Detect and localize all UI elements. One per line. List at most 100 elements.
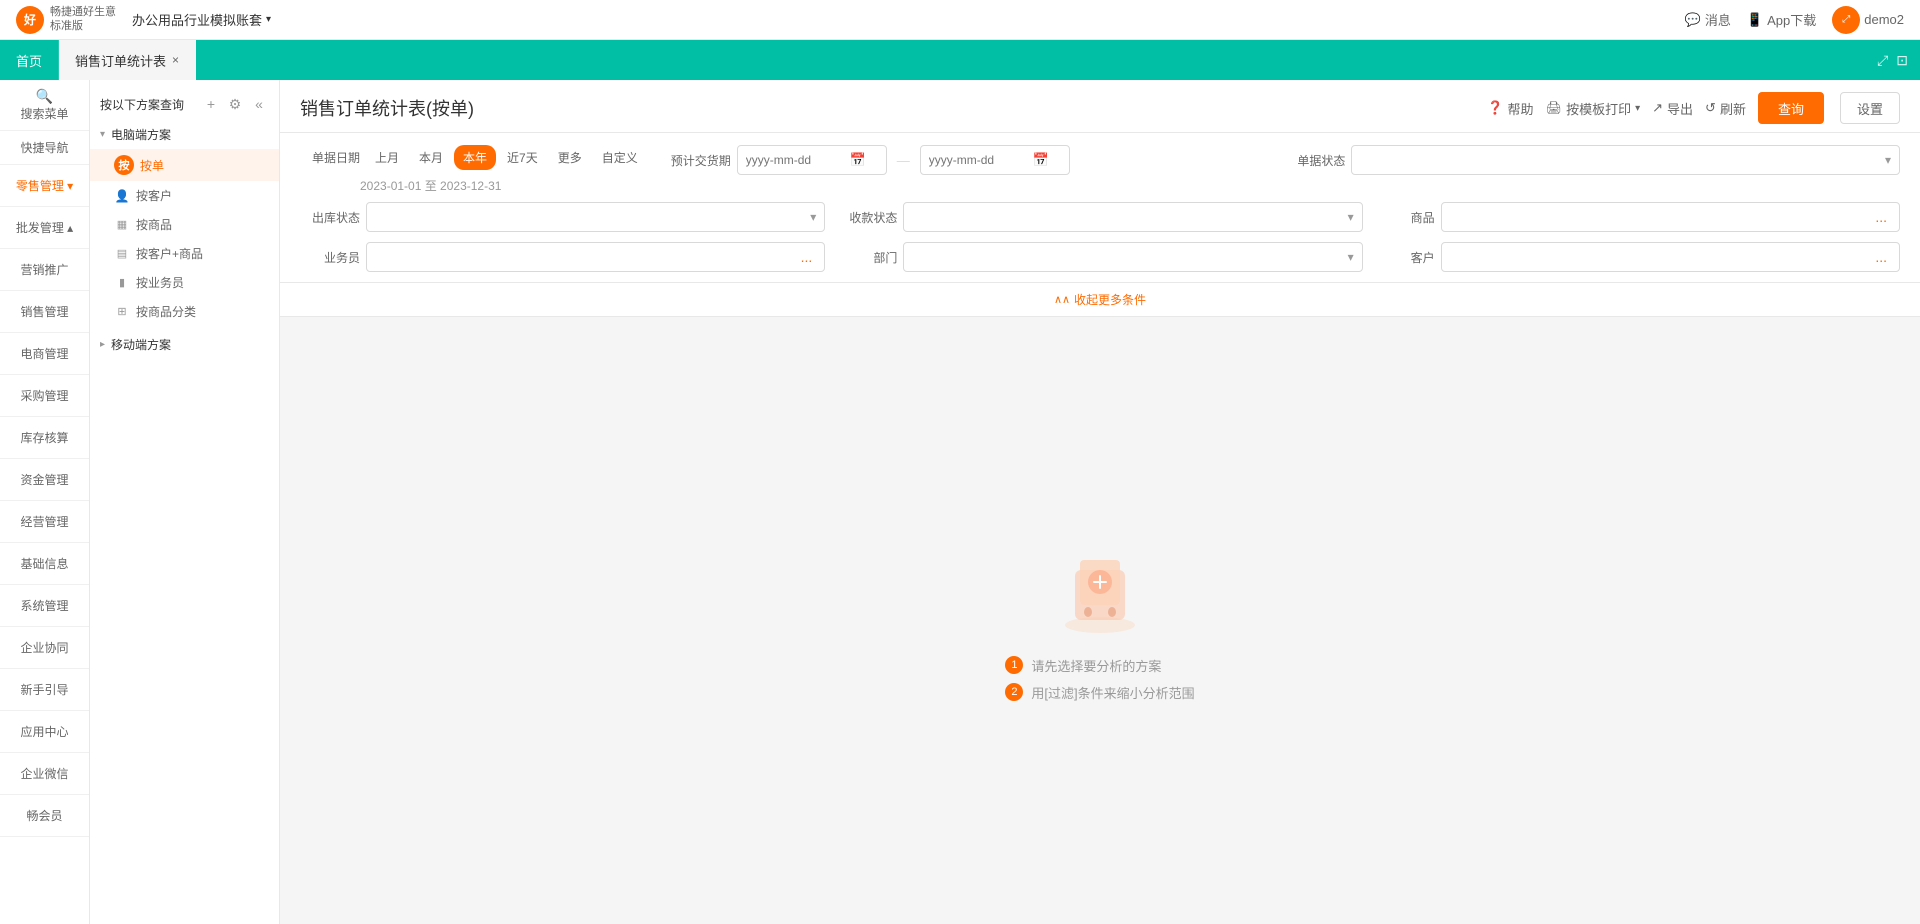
help-button[interactable]: ❓ 帮助 [1487, 99, 1533, 118]
expected-start-date[interactable]: 📅 [737, 145, 887, 175]
scheme-settings-button[interactable]: ⚙ [225, 94, 245, 114]
delivery-status-filter: 出库状态 ▾ [300, 202, 825, 232]
delivery-status-select[interactable]: ▾ [366, 202, 825, 232]
payment-status-label: 收款状态 [837, 209, 897, 226]
calendar-icon: 📅 [850, 152, 866, 168]
sidebar-item-quicknav[interactable]: 快捷导航 [0, 131, 89, 165]
tip-number-2: 2 [1005, 683, 1023, 701]
tab-sales-order-stats[interactable]: 销售订单统计表 × [59, 40, 196, 80]
date-filter: 单据日期 上月 本月 本年 近7天 更多 自定义 [300, 145, 647, 170]
tab-home[interactable]: 首页 [0, 40, 59, 80]
date-label: 单据日期 [300, 149, 360, 166]
nav-tabs: 首页 销售订单统计表 × ⤢ ⊡ [0, 40, 1920, 80]
customer-ellipsis-icon[interactable]: ... [1871, 249, 1891, 265]
logo-text: 畅捷通好生意 标准版 [50, 6, 116, 32]
tab-expand-button[interactable]: ⤢ ⊡ [1865, 52, 1920, 69]
app-download-button[interactable]: 📱 App下载 [1747, 10, 1816, 29]
settings-button[interactable]: 设置 [1840, 92, 1900, 124]
help-icon: ❓ [1487, 100, 1503, 116]
scheme-group-pc-header[interactable]: ▾ 电脑端方案 [90, 120, 279, 149]
sidebar-item-retail[interactable]: 零售管理 ▾ [0, 165, 89, 207]
bill-status-filter: 单据状态 ▾ [1285, 145, 1900, 175]
sidebar-item-system[interactable]: 系统管理 [0, 585, 89, 627]
scheme-item-by-order[interactable]: 按 按单 [90, 149, 279, 181]
goods-filter: 商品 ... [1375, 202, 1900, 232]
goods-select[interactable]: ... [1441, 202, 1900, 232]
sidebar-item-sales[interactable]: 销售管理 [0, 291, 89, 333]
export-button[interactable]: ↗ 导出 [1652, 99, 1693, 118]
payment-status-select[interactable]: ▾ [903, 202, 1362, 232]
top-bar-left: 好 畅捷通好生意 标准版 办公用品行业模拟账套 ▾ [16, 6, 279, 34]
date-btn-this-month[interactable]: 本月 [410, 145, 452, 170]
scheme-group-mobile-header[interactable]: ▸ 移动端方案 [90, 330, 279, 359]
mobile-group-chevron-icon: ▸ [100, 339, 105, 350]
customer-label: 客户 [1375, 249, 1435, 266]
main-layout: 🔍 搜索菜单 快捷导航 零售管理 ▾ 批发管理 ▴ 营销推广 销售管理 电商管理… [0, 80, 1920, 924]
collapse-filters-button[interactable]: ∧∧ 收起更多条件 [280, 282, 1920, 316]
sidebar-item-inventory[interactable]: 库存核算 [0, 417, 89, 459]
sidebar-item-newguide[interactable]: 新手引导 [0, 669, 89, 711]
scheme-item-by-customer-goods[interactable]: ▤ 按客户+商品 [90, 239, 279, 268]
sidebar-item-finance[interactable]: 资金管理 [0, 459, 89, 501]
expected-delivery-filter: 预计交货期 📅 — 📅 [659, 145, 1274, 175]
salesperson-label: 业务员 [300, 249, 360, 266]
bill-status-select[interactable]: ▾ [1351, 145, 1900, 175]
scheme-panel-actions: + ⚙ « [201, 94, 269, 114]
date-btn-last-month[interactable]: 上月 [366, 145, 408, 170]
date-buttons: 上月 本月 本年 近7天 更多 自定义 [366, 145, 647, 170]
customer-select[interactable]: ... [1441, 242, 1900, 272]
sidebar-item-basic[interactable]: 基础信息 [0, 543, 89, 585]
salesperson-ellipsis-icon[interactable]: ... [797, 249, 817, 265]
date-btn-last7[interactable]: 近7天 [498, 145, 547, 170]
filter-row-3: 业务员 ... 部门 ▾ 客户 [280, 242, 1920, 282]
sidebar-item-wholesale[interactable]: 批发管理 ▴ [0, 207, 89, 249]
scheme-item-by-customer[interactable]: 👤 按客户 [90, 181, 279, 210]
scheme-item-by-goods-category[interactable]: ⊞ 按商品分类 [90, 297, 279, 326]
sidebar-item-enterprise[interactable]: 企业协同 [0, 627, 89, 669]
salesperson-filter: 业务员 ... [300, 242, 825, 272]
expected-end-date[interactable]: 📅 [920, 145, 1070, 175]
sidebar-item-member[interactable]: 畅会员 [0, 795, 89, 837]
sidebar-item-ecommerce[interactable]: 电商管理 [0, 333, 89, 375]
expected-start-input[interactable] [746, 153, 846, 167]
sidebar-item-purchase[interactable]: 采购管理 [0, 375, 89, 417]
logo-area: 好 畅捷通好生意 标准版 [16, 6, 116, 34]
salesperson-select[interactable]: ... [366, 242, 825, 272]
empty-tips: 1 请先选择要分析的方案 2 用[过滤]条件来缩小分析范围 [1005, 656, 1194, 702]
scheme-item-by-goods[interactable]: ▦ 按商品 [90, 210, 279, 239]
sidebar-item-marketing[interactable]: 营销推广 [0, 249, 89, 291]
table2-icon: ▤ [114, 246, 130, 262]
refresh-icon: ↺ [1705, 100, 1716, 116]
goods-ellipsis-icon[interactable]: ... [1871, 209, 1891, 225]
print-button[interactable]: 🖨 按模板打印 ▾ [1546, 99, 1641, 118]
payment-chevron-icon: ▾ [1348, 210, 1354, 224]
filter-row-1: 单据日期 上月 本月 本年 近7天 更多 自定义 预计交货期 [280, 133, 1920, 175]
messages-button[interactable]: 💬 消息 [1685, 10, 1731, 29]
sidebar-item-operations[interactable]: 经营管理 [0, 501, 89, 543]
expected-end-input[interactable] [929, 153, 1029, 167]
top-bar: 好 畅捷通好生意 标准版 办公用品行业模拟账套 ▾ 💬 消息 📱 App下载 ⤢… [0, 0, 1920, 40]
sidebar-item-search[interactable]: 🔍 搜索菜单 [0, 80, 89, 131]
refresh-button[interactable]: ↺ 刷新 [1705, 99, 1746, 118]
export-icon: ↗ [1652, 100, 1663, 116]
scheme-collapse-button[interactable]: « [249, 94, 269, 114]
scheme-item-by-salesperson[interactable]: ▮ 按业务员 [90, 268, 279, 297]
content-area: 按以下方案查询 + ⚙ « ▾ 电脑端方案 按 按单 👤 [90, 80, 1920, 924]
department-select[interactable]: ▾ [903, 242, 1362, 272]
main-panel: 销售订单统计表(按单) ❓ 帮助 🖨 按模板打印 ▾ ↗ 导出 [280, 80, 1920, 924]
user-profile[interactable]: ⤢ demo2 [1832, 6, 1904, 34]
tab-close-icon[interactable]: × [172, 53, 179, 67]
scheme-add-button[interactable]: + [201, 94, 221, 114]
workspace-selector[interactable]: 办公用品行业模拟账套 ▾ [124, 6, 279, 33]
department-filter: 部门 ▾ [837, 242, 1362, 272]
date-btn-this-year[interactable]: 本年 [454, 145, 496, 170]
sidebar-item-wechat[interactable]: 企业微信 [0, 753, 89, 795]
scheme-group-mobile: ▸ 移动端方案 [90, 330, 279, 359]
date-btn-custom[interactable]: 自定义 [593, 145, 647, 170]
empty-tip-2: 2 用[过滤]条件来缩小分析范围 [1005, 683, 1194, 702]
sidebar-item-appcenter[interactable]: 应用中心 [0, 711, 89, 753]
bar-icon: ▮ [114, 275, 130, 291]
search-button[interactable]: 查询 [1758, 92, 1824, 124]
date-btn-more[interactable]: 更多 [549, 145, 591, 170]
message-icon: 💬 [1685, 12, 1701, 28]
